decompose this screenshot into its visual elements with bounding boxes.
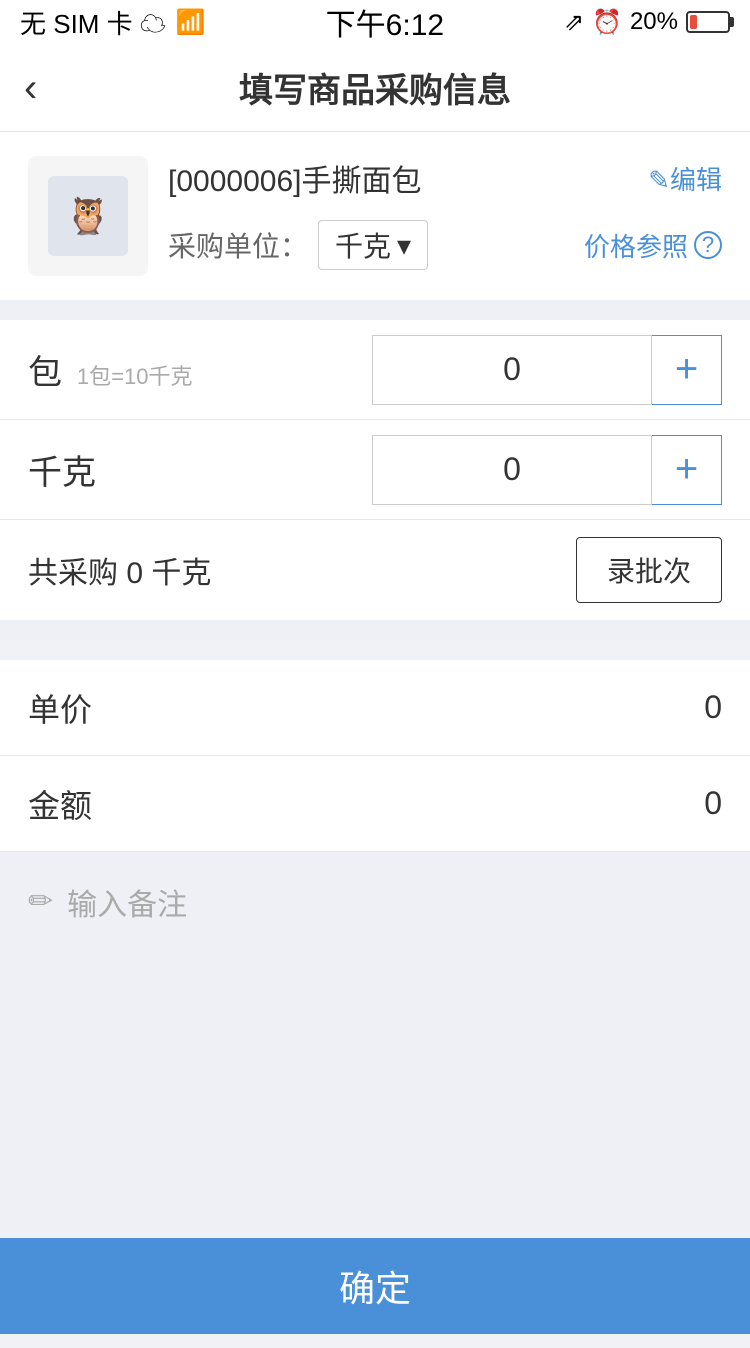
sim-label: 无 SIM 卡 ☁ — [20, 4, 166, 41]
product-image: 🦉 — [28, 156, 148, 276]
unit-select[interactable]: 千克 ▾ — [318, 220, 428, 270]
unit-price-row: 单价 0 — [0, 660, 750, 756]
unit-row: 采购单位： 千克 ▾ 价格参照 ? — [168, 220, 722, 270]
edit-button[interactable]: ✎编辑 — [648, 160, 722, 197]
bag-quantity-input[interactable] — [372, 335, 652, 405]
battery-icon — [686, 11, 730, 33]
unit-label: 采购单位： — [168, 225, 308, 265]
kg-label-group: 千克 — [28, 445, 148, 494]
product-info: [0000006]手撕面包 ✎编辑 采购单位： 千克 ▾ 价格参照 ? — [168, 156, 722, 270]
total-row: 共采购 0 千克 录批次 — [0, 520, 750, 620]
product-logo-icon: 🦉 — [66, 195, 111, 237]
kg-label: 千克 — [28, 454, 96, 492]
note-section[interactable]: ✏ 输入备注 — [0, 852, 750, 1252]
section-divider-2 — [0, 620, 750, 640]
unit-price-value: 0 — [704, 689, 722, 726]
product-id: [0000006] — [168, 165, 301, 198]
status-left: 无 SIM 卡 ☁ 📶 — [20, 4, 206, 41]
page-title: 填写商品采购信息 — [239, 63, 511, 112]
bag-sublabel: 1包=10千克 — [77, 364, 193, 389]
dropdown-arrow-icon: ▾ — [397, 229, 411, 262]
nav-bar: ‹ 填写商品采购信息 — [0, 44, 750, 132]
product-card: 🦉 [0000006]手撕面包 ✎编辑 采购单位： 千克 ▾ 价格参照 ? — [0, 132, 750, 300]
kg-input-row: 千克 + — [0, 420, 750, 520]
bag-input-row: 包 1包=10千克 + — [0, 320, 750, 420]
unit-value: 千克 — [335, 225, 391, 265]
status-bar: 无 SIM 卡 ☁ 📶 下午6:12 ⇗ ⏰ 20% — [0, 0, 750, 44]
location-icon: ⇗ — [564, 8, 584, 37]
section-divider-1 — [0, 300, 750, 320]
product-title: 手撕面包 — [301, 165, 421, 198]
battery-percentage: 20% — [630, 8, 678, 36]
wifi-icon: 📶 — [176, 8, 206, 37]
bag-input-right: + — [192, 335, 722, 405]
total-amount-value: 0 — [126, 557, 143, 590]
total-text: 共采购 0 千克 — [28, 548, 211, 592]
price-ref-button[interactable]: 价格参照 ? — [584, 227, 722, 264]
unit-price-label: 单价 — [28, 685, 92, 731]
pencil-icon: ✏ — [28, 884, 53, 919]
price-section: 单价 0 金额 0 — [0, 660, 750, 852]
product-name-row: [0000006]手撕面包 ✎编辑 — [168, 156, 722, 200]
kg-plus-button[interactable]: + — [652, 435, 722, 505]
total-label: 共采购 — [28, 557, 118, 590]
amount-label: 金额 — [28, 781, 92, 827]
batch-button[interactable]: 录批次 — [576, 537, 722, 603]
note-placeholder: 输入备注 — [67, 880, 187, 924]
amount-value: 0 — [704, 785, 722, 822]
confirm-bar[interactable]: 确定 — [0, 1238, 750, 1334]
back-button[interactable]: ‹ — [24, 68, 37, 108]
status-right: ⇗ ⏰ 20% — [564, 8, 730, 37]
kg-input-right: + — [148, 435, 722, 505]
bag-plus-button[interactable]: + — [652, 335, 722, 405]
kg-quantity-input[interactable] — [372, 435, 652, 505]
input-section: 包 1包=10千克 + 千克 + 共采购 0 千克 录批次 — [0, 320, 750, 620]
status-time: 下午6:12 — [326, 0, 444, 44]
amount-row: 金额 0 — [0, 756, 750, 852]
bag-label: 包 — [28, 354, 62, 392]
price-ref-help-icon: ? — [694, 231, 722, 259]
product-image-inner: 🦉 — [48, 176, 128, 256]
product-name: [0000006]手撕面包 — [168, 156, 421, 200]
bag-label-group: 包 1包=10千克 — [28, 345, 192, 394]
price-ref-label: 价格参照 — [584, 227, 688, 264]
total-unit-value: 千克 — [151, 557, 211, 590]
alarm-icon: ⏰ — [592, 8, 622, 37]
confirm-button-label: 确定 — [339, 1260, 411, 1312]
